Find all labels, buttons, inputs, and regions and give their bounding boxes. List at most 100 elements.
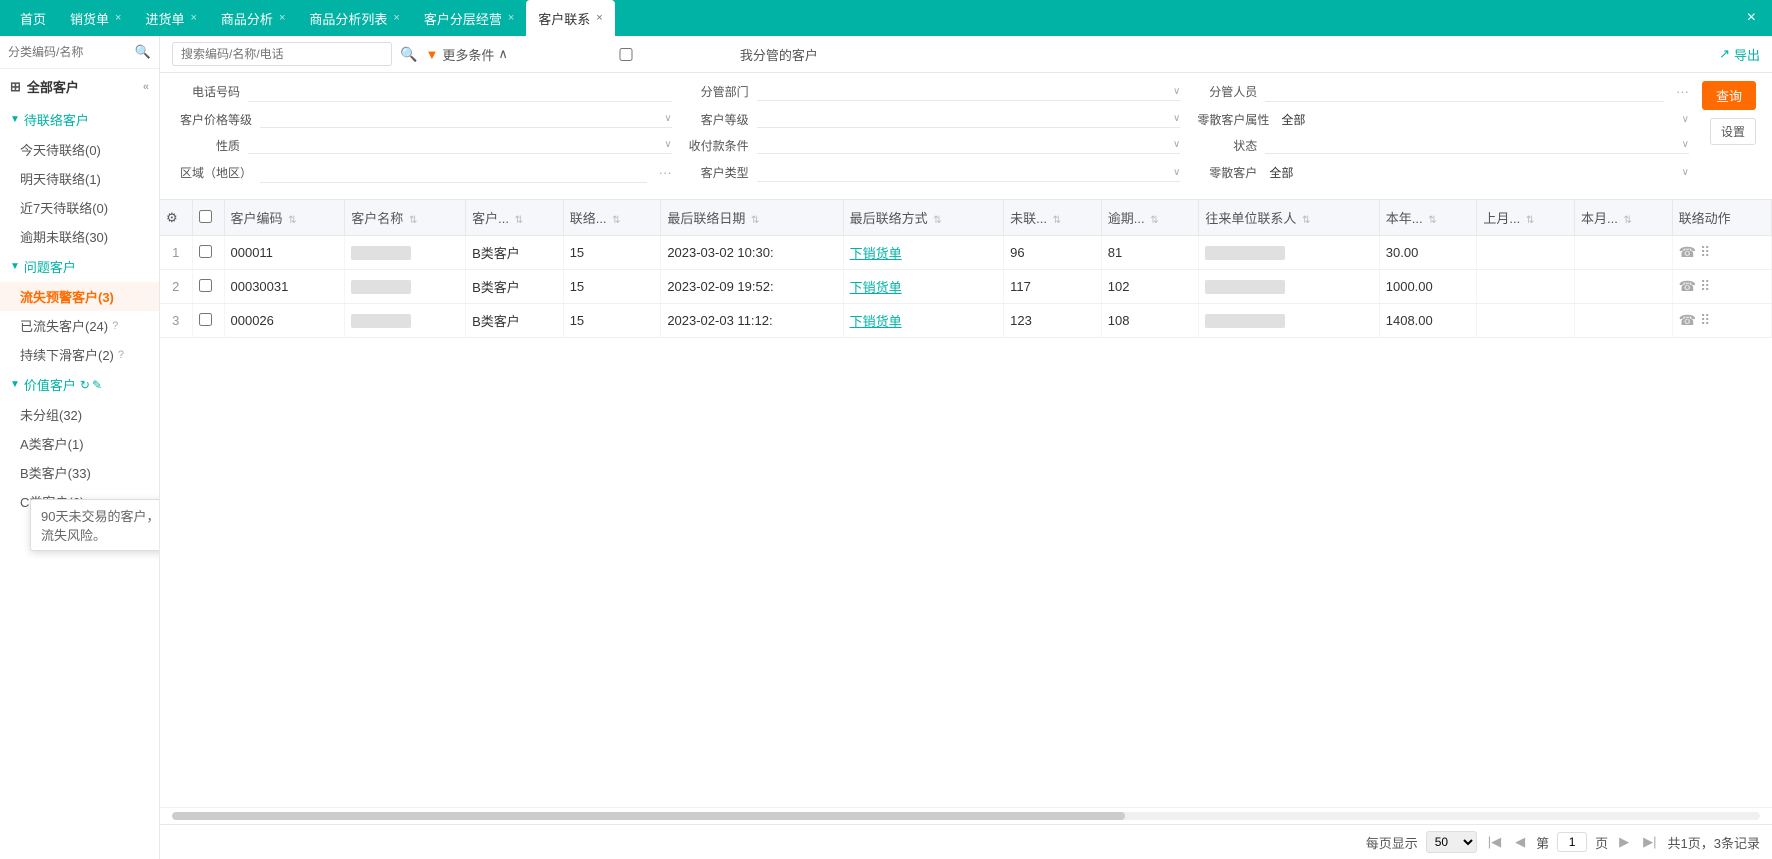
row-last-method-3[interactable]: 下销货单 [843,304,1004,338]
sidebar-search-area: 🔍 [0,36,159,69]
filter-person-input[interactable] [1265,81,1664,102]
overdue-sort-icon[interactable]: ⇅ [1150,215,1158,226]
action-more-icon-3[interactable]: ⠿ [1700,312,1710,329]
value-edit-icon[interactable]: ✎ [92,378,102,392]
prev-page-button[interactable]: ◀ [1512,834,1528,850]
filter-payment-select[interactable]: ∨ [757,136,1181,154]
search-input[interactable] [172,42,392,66]
sidebar-item-churn-warning[interactable]: 流失预警客户(3) [0,282,159,311]
row-last-month-2 [1477,270,1575,304]
filter-customer-type-select[interactable]: ∨ [757,164,1181,182]
filter-region-input[interactable] [260,162,647,183]
sidebar-item-churned[interactable]: 已流失客户(24) ? [0,311,159,340]
select-all-checkbox[interactable] [199,210,212,223]
tab-sales-close[interactable]: × [115,12,121,24]
sidebar-item-today[interactable]: 今天待联络(0) [0,135,159,164]
filter-customer-grade-select[interactable]: ∨ [757,110,1181,128]
row-last-method-2[interactable]: 下销货单 [843,270,1004,304]
row-checkbox-1[interactable] [192,236,224,270]
tab-home[interactable]: 首页 [8,0,58,36]
per-page-select[interactable]: 50 100 200 [1426,831,1477,853]
query-button[interactable]: 查询 [1702,81,1756,110]
tab-analysis-list-label: 商品分析列表 [309,9,387,28]
tab-purchase-close[interactable]: × [190,12,196,24]
code-sort-icon[interactable]: ⇅ [288,215,296,226]
this-month-sort-icon[interactable]: ⇅ [1623,215,1631,226]
last-method-sort-icon[interactable]: ⇅ [933,215,941,226]
action-contact-icon-3[interactable]: ☎ [1679,312,1696,329]
filter-dept-select[interactable]: ∨ [757,83,1181,101]
tab-customer-contact[interactable]: 客户联系 × [526,0,614,36]
my-customers-checkbox[interactable]: 我分管的客户 [516,45,818,64]
filter-phone-input[interactable] [248,81,672,102]
row-year-3: 1408.00 [1379,304,1477,338]
filter-nature-select[interactable]: ∨ [248,136,672,154]
action-contact-icon-2[interactable]: ☎ [1679,278,1696,295]
sidebar-item-class-b[interactable]: B类客户(33) [0,458,159,487]
row-code-1: 000011 [224,236,345,270]
problem-label: 问题客户 [24,257,76,276]
filter-price-grade-select[interactable]: ∨ [260,110,672,128]
last-date-sort-icon[interactable]: ⇅ [751,215,759,226]
filter-status-select[interactable]: ∨ [1265,136,1689,154]
sidebar-item-declining[interactable]: 持续下滑客户(2) ? [0,340,159,369]
tab-customer-layer[interactable]: 客户分层经营 × [412,0,526,36]
sidebar-item-7days[interactable]: 近7天待联络(0) [0,193,159,222]
tab-customer-layer-close[interactable]: × [508,12,514,24]
churned-question-icon: ? [112,320,118,332]
row-last-month-3 [1477,304,1575,338]
first-page-button[interactable]: |◀ [1485,834,1504,850]
name-sort-icon[interactable]: ⇅ [409,215,417,226]
section-value[interactable]: ▼ 价值客户 ↻ ✎ [0,369,159,400]
person-dots-icon[interactable]: ··· [1676,84,1689,99]
sidebar-item-class-a[interactable]: A类客户(1) [0,429,159,458]
contact2-sort-icon[interactable]: ⇅ [1302,215,1310,226]
sidebar-item-overdue-contact[interactable]: 逾期未联络(30) [0,222,159,251]
row-checkbox-3[interactable] [192,304,224,338]
year-amount-sort-icon[interactable]: ⇅ [1428,215,1436,226]
th-settings[interactable]: ⚙ [160,200,192,236]
sidebar-search-input[interactable] [8,45,131,59]
settings-button[interactable]: 设置 [1710,118,1756,145]
tab-analysis-list[interactable]: 商品分析列表 × [297,0,411,36]
search-button[interactable]: 🔍 [400,46,417,63]
tab-sales[interactable]: 销货单 × [58,0,133,36]
filter-price-grade-label: 客户价格等级 [180,111,252,128]
sidebar-item-ungrouped[interactable]: 未分组(32) [0,400,159,429]
last-page-button[interactable]: ▶| [1640,834,1659,850]
row-checkbox-2[interactable] [192,270,224,304]
close-all-button[interactable]: × [1739,9,1764,27]
next-page-button[interactable]: ▶ [1616,834,1632,850]
tab-customer-contact-close[interactable]: × [596,12,602,24]
region-dots-icon[interactable]: ··· [659,165,672,180]
tab-purchase[interactable]: 进货单 × [133,0,208,36]
sidebar-item-tomorrow[interactable]: 明天待联络(1) [0,164,159,193]
all-customers-header[interactable]: ⊞ 全部客户 « [0,69,159,104]
page-input[interactable] [1557,832,1587,852]
th-overdue: 逾期... ⇅ [1101,200,1199,236]
filter-row-4: 区域（地区） ··· 客户类型 ∨ 零散客户 [172,162,1698,183]
tab-analysis-list-close[interactable]: × [393,12,399,24]
th-checkbox[interactable] [192,200,224,236]
table-footer: 每页显示 50 100 200 |◀ ◀ 第 页 ▶ ▶| 共1页，3条记录 [160,824,1772,859]
sidebar-search-icon[interactable]: 🔍 [135,44,151,60]
tab-analysis[interactable]: 商品分析 × [209,0,297,36]
contact-sort-icon[interactable]: ⇅ [612,215,620,226]
more-conditions-button[interactable]: ▼ 更多条件 ∧ [425,45,507,64]
row-last-method-1[interactable]: 下销货单 [843,236,1004,270]
last-month-sort-icon[interactable]: ⇅ [1526,215,1534,226]
value-label: 价值客户 [24,375,76,394]
action-contact-icon-1[interactable]: ☎ [1679,244,1696,261]
value-refresh-icon[interactable]: ↻ [80,378,90,392]
my-customers-check[interactable] [516,48,736,61]
section-pending[interactable]: ▼ 待联络客户 [0,104,159,135]
no-contact-sort-icon[interactable]: ⇅ [1053,215,1061,226]
filter-status-label: 状态 [1197,137,1257,154]
section-problem[interactable]: ▼ 问题客户 [0,251,159,282]
tab-analysis-close[interactable]: × [279,12,285,24]
export-button[interactable]: ↗ 导出 [1719,45,1760,64]
horizontal-scrollbar[interactable] [160,807,1772,824]
action-more-icon-1[interactable]: ⠿ [1700,244,1710,261]
type-sort-icon[interactable]: ⇅ [515,215,523,226]
action-more-icon-2[interactable]: ⠿ [1700,278,1710,295]
